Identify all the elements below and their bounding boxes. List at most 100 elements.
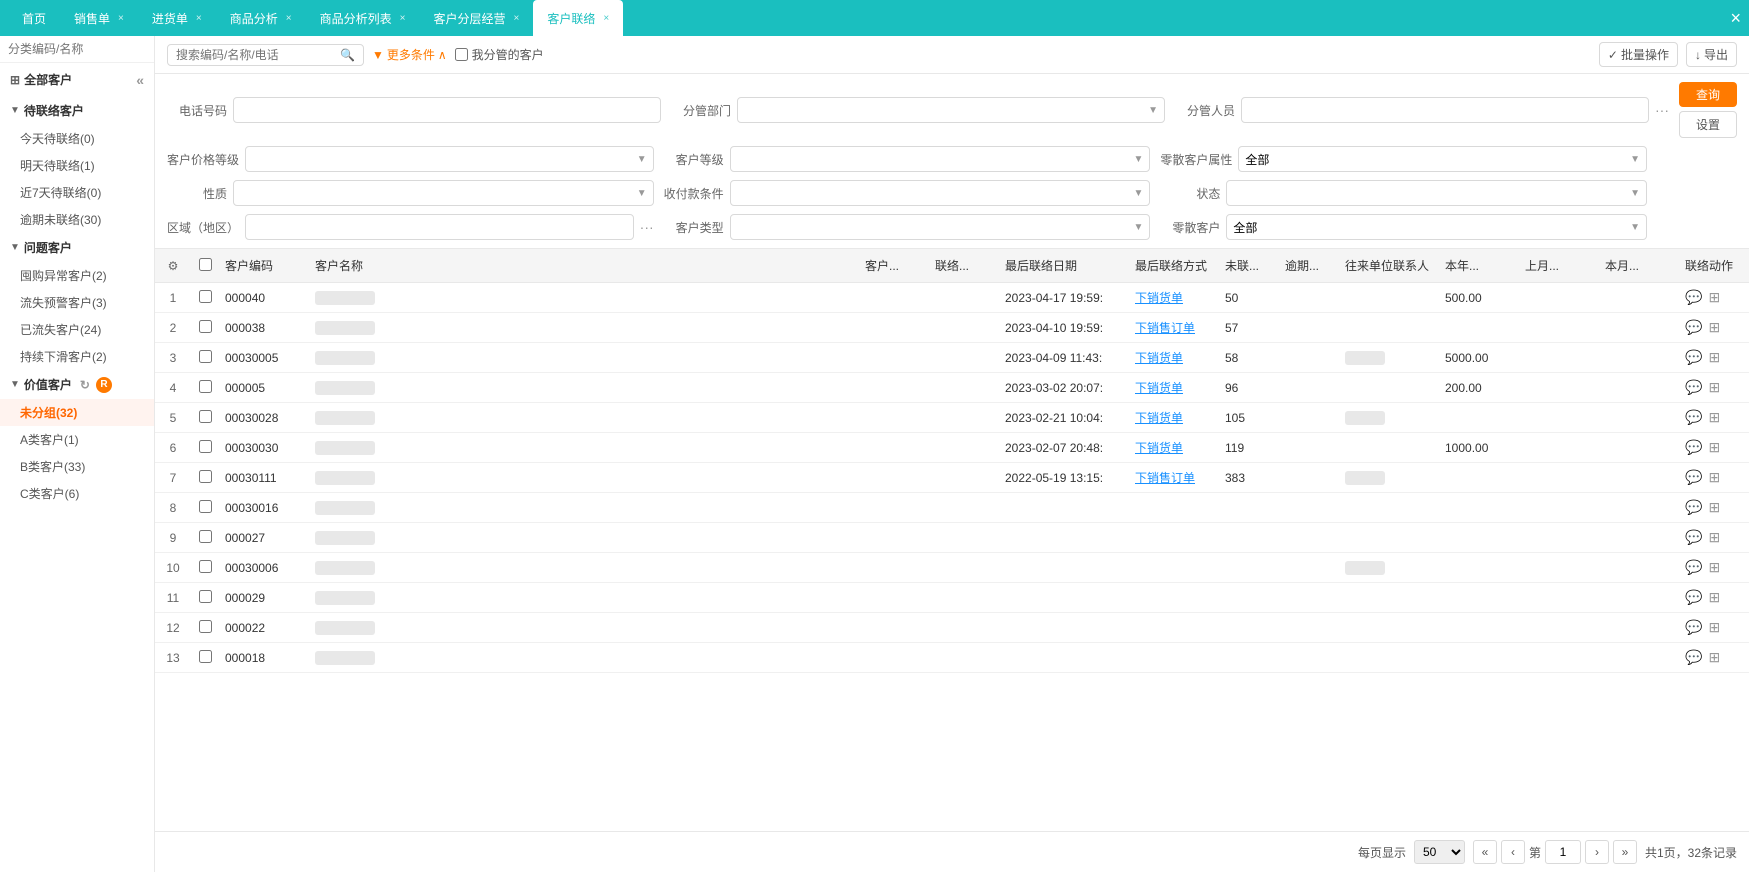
query-button[interactable]: 查询 — [1679, 82, 1737, 107]
chat-icon[interactable]: 💬 — [1685, 319, 1702, 336]
row-checkbox-cell[interactable] — [191, 463, 219, 493]
batch-op-button[interactable]: ✓ 批量操作 — [1599, 42, 1678, 67]
close-all-button[interactable]: × — [1730, 8, 1741, 29]
row-checkbox-cell[interactable] — [191, 313, 219, 343]
chat-icon[interactable]: 💬 — [1685, 469, 1702, 486]
sidebar-item-b-class[interactable]: B类客户(33) — [0, 453, 154, 480]
sidebar-item-churn-warn[interactable]: 流失预警客户(3) — [0, 289, 154, 316]
chat-icon[interactable]: 💬 — [1685, 409, 1702, 426]
chat-icon[interactable]: 💬 — [1685, 649, 1702, 666]
close-icon[interactable]: × — [513, 13, 519, 24]
more-conditions-button[interactable]: ▼ 更多条件 ∧ — [372, 46, 447, 63]
row-checkbox[interactable] — [199, 350, 212, 363]
sidebar-item-tomorrow[interactable]: 明天待联络(1) — [0, 152, 154, 179]
row-checkbox[interactable] — [199, 410, 212, 423]
last-way-link[interactable]: 下销货单 — [1135, 441, 1183, 455]
chat-icon[interactable]: 💬 — [1685, 529, 1702, 546]
last-way-link[interactable]: 下销货单 — [1135, 381, 1183, 395]
sidebar-search-input[interactable] — [8, 42, 155, 56]
row-checkbox[interactable] — [199, 440, 212, 453]
row-checkbox-cell[interactable] — [191, 403, 219, 433]
row-checkbox[interactable] — [199, 290, 212, 303]
row-checkbox[interactable] — [199, 650, 212, 663]
sidebar-item-overdue[interactable]: 逾期未联络(30) — [0, 206, 154, 233]
last-way-link[interactable]: 下销货单 — [1135, 291, 1183, 305]
tab-customer-contact[interactable]: 客户联络 × — [533, 0, 623, 36]
grid-action-icon[interactable]: ⊞ — [1708, 499, 1720, 516]
row-checkbox-cell[interactable] — [191, 643, 219, 673]
grid-action-icon[interactable]: ⊞ — [1708, 319, 1720, 336]
dept-select[interactable]: ▼ — [737, 97, 1165, 123]
nature-select[interactable]: ▼ — [233, 180, 654, 206]
close-icon[interactable]: × — [118, 13, 124, 24]
tab-customer-segment[interactable]: 客户分层经营 × — [419, 0, 533, 36]
row-checkbox[interactable] — [199, 380, 212, 393]
grid-action-icon[interactable]: ⊞ — [1708, 589, 1720, 606]
row-checkbox[interactable] — [199, 560, 212, 573]
chat-icon[interactable]: 💬 — [1685, 589, 1702, 606]
sidebar-item-7days[interactable]: 近7天待联络(0) — [0, 179, 154, 206]
close-icon[interactable]: × — [400, 13, 406, 24]
last-way-link[interactable]: 下销货单 — [1135, 351, 1183, 365]
select-all-checkbox[interactable] — [199, 258, 212, 271]
chat-icon[interactable]: 💬 — [1685, 439, 1702, 456]
close-icon[interactable]: × — [603, 13, 609, 24]
last-page-button[interactable]: » — [1613, 840, 1637, 864]
search-input[interactable] — [176, 48, 336, 62]
tab-product-analysis-list[interactable]: 商品分析列表 × — [306, 0, 420, 36]
sidebar-item-c-class[interactable]: C类客户(6) — [0, 480, 154, 507]
row-checkbox[interactable] — [199, 590, 212, 603]
sidebar-all-customers[interactable]: ⊞ 全部客户 « — [0, 63, 154, 96]
grid-action-icon[interactable]: ⊞ — [1708, 649, 1720, 666]
row-checkbox-cell[interactable] — [191, 373, 219, 403]
grid-action-icon[interactable]: ⊞ — [1708, 409, 1720, 426]
close-icon[interactable]: × — [286, 13, 292, 24]
phone-input[interactable] — [233, 97, 661, 123]
row-checkbox-cell[interactable] — [191, 523, 219, 553]
settings-icon[interactable]: ⚙ — [168, 259, 179, 273]
dots-icon[interactable]: ··· — [640, 219, 654, 235]
retail-attr-select[interactable]: 全部 ▼ — [1238, 146, 1647, 172]
chat-icon[interactable]: 💬 — [1685, 289, 1702, 306]
manager-input[interactable] — [1241, 97, 1649, 123]
refresh-icon[interactable]: ↻ — [80, 378, 90, 392]
first-page-button[interactable]: « — [1473, 840, 1497, 864]
row-checkbox[interactable] — [199, 470, 212, 483]
row-checkbox-cell[interactable] — [191, 583, 219, 613]
last-way-link[interactable]: 下销售订单 — [1135, 321, 1195, 335]
chat-icon[interactable]: 💬 — [1685, 349, 1702, 366]
row-checkbox[interactable] — [199, 320, 212, 333]
last-way-link[interactable]: 下销售订单 — [1135, 471, 1195, 485]
row-checkbox-cell[interactable] — [191, 283, 219, 313]
collapse-icon[interactable]: « — [136, 72, 144, 88]
row-checkbox[interactable] — [199, 620, 212, 633]
sidebar-section-value[interactable]: ▼ 价值客户 ↻ R — [0, 370, 154, 399]
grid-action-icon[interactable]: ⊞ — [1708, 559, 1720, 576]
reset-button[interactable]: 设置 — [1679, 111, 1737, 138]
prev-page-button[interactable]: ‹ — [1501, 840, 1525, 864]
sidebar-section-pending[interactable]: ▼ 待联络客户 — [0, 96, 154, 125]
tab-sales[interactable]: 销售单 × — [60, 0, 138, 36]
sidebar-item-churned[interactable]: 已流失客户(24) — [0, 316, 154, 343]
sidebar-item-hoarding[interactable]: 囤购异常客户(2) — [0, 262, 154, 289]
payment-select[interactable]: ▼ — [730, 180, 1151, 206]
customer-level-select[interactable]: ▼ — [730, 146, 1151, 172]
search-icon[interactable]: 🔍 — [340, 48, 355, 62]
search-box[interactable]: 🔍 — [167, 44, 364, 66]
sidebar-item-ungroup[interactable]: 未分组(32) — [0, 399, 154, 426]
grid-action-icon[interactable]: ⊞ — [1708, 469, 1720, 486]
row-checkbox[interactable] — [199, 500, 212, 513]
retail-select[interactable]: 全部 ▼ — [1226, 214, 1647, 240]
sidebar-section-problem[interactable]: ▼ 问题客户 — [0, 233, 154, 262]
page-number-input[interactable] — [1545, 840, 1581, 864]
export-button[interactable]: ↓ 导出 — [1686, 42, 1737, 67]
grid-action-icon[interactable]: ⊞ — [1708, 349, 1720, 366]
chat-icon[interactable]: 💬 — [1685, 379, 1702, 396]
dots-icon[interactable]: ··· — [1655, 102, 1669, 118]
status-select[interactable]: ▼ — [1226, 180, 1647, 206]
tab-product-analysis[interactable]: 商品分析 × — [216, 0, 306, 36]
customer-type-select[interactable]: ▼ — [730, 214, 1151, 240]
grid-action-icon[interactable]: ⊞ — [1708, 619, 1720, 636]
sidebar-item-declining[interactable]: 持续下滑客户(2) — [0, 343, 154, 370]
row-checkbox-cell[interactable] — [191, 493, 219, 523]
